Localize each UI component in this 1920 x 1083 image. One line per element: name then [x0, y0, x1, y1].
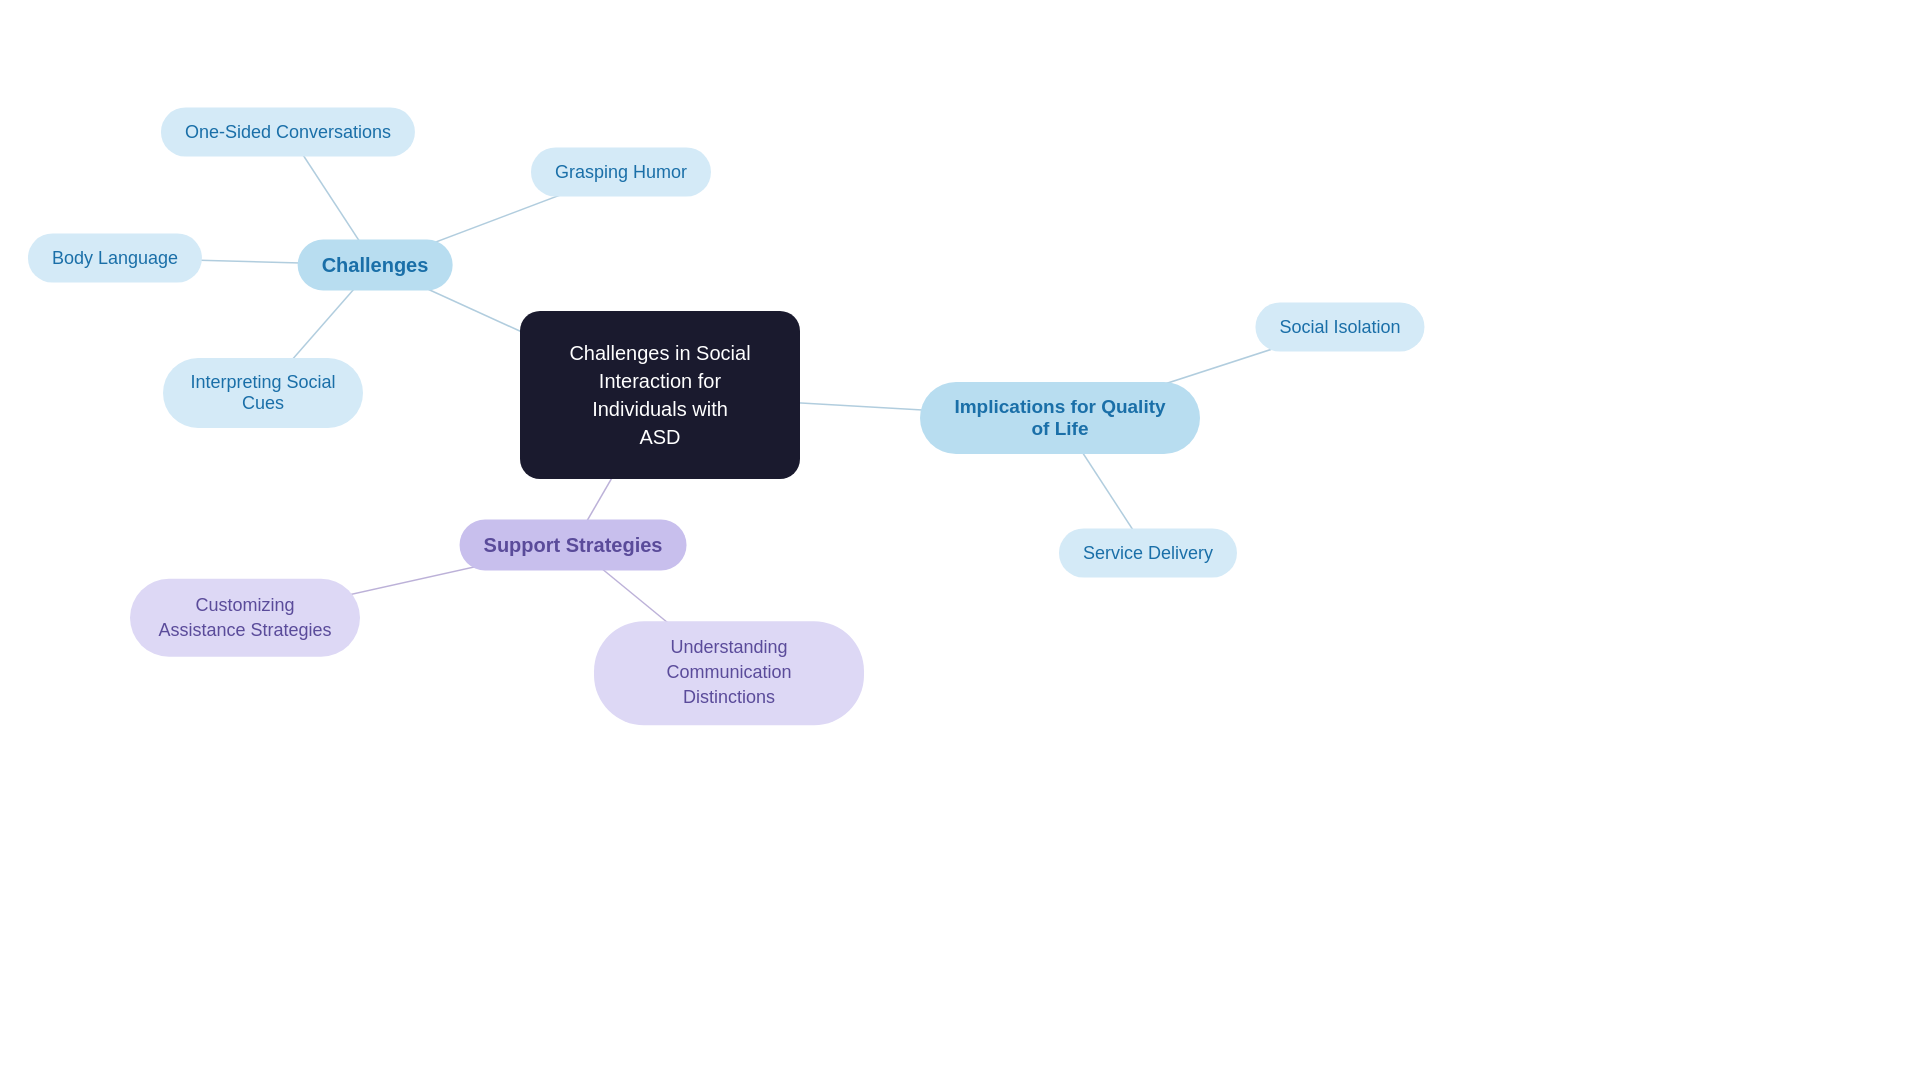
node-center: Challenges in Social Interaction for Ind… — [520, 311, 800, 479]
node-understanding-comm: Understanding Communication Distinctions — [594, 621, 864, 725]
mind-map-container: Challenges in Social Interaction for Ind… — [0, 0, 1920, 1083]
node-interpreting-social-cues: Interpreting Social Cues — [163, 358, 363, 428]
node-body-language: Body Language — [28, 234, 202, 283]
node-service-delivery: Service Delivery — [1059, 529, 1237, 578]
connections-svg — [0, 0, 1920, 1083]
node-support-strategies: Support Strategies — [460, 520, 687, 571]
node-grasping-humor: Grasping Humor — [531, 148, 711, 197]
node-customizing: Customizing Assistance Strategies — [130, 579, 360, 657]
node-implications: Implications for Quality of Life — [920, 382, 1200, 454]
node-one-sided: One-Sided Conversations — [161, 108, 415, 157]
node-social-isolation: Social Isolation — [1255, 303, 1424, 352]
node-challenges: Challenges — [298, 240, 453, 291]
